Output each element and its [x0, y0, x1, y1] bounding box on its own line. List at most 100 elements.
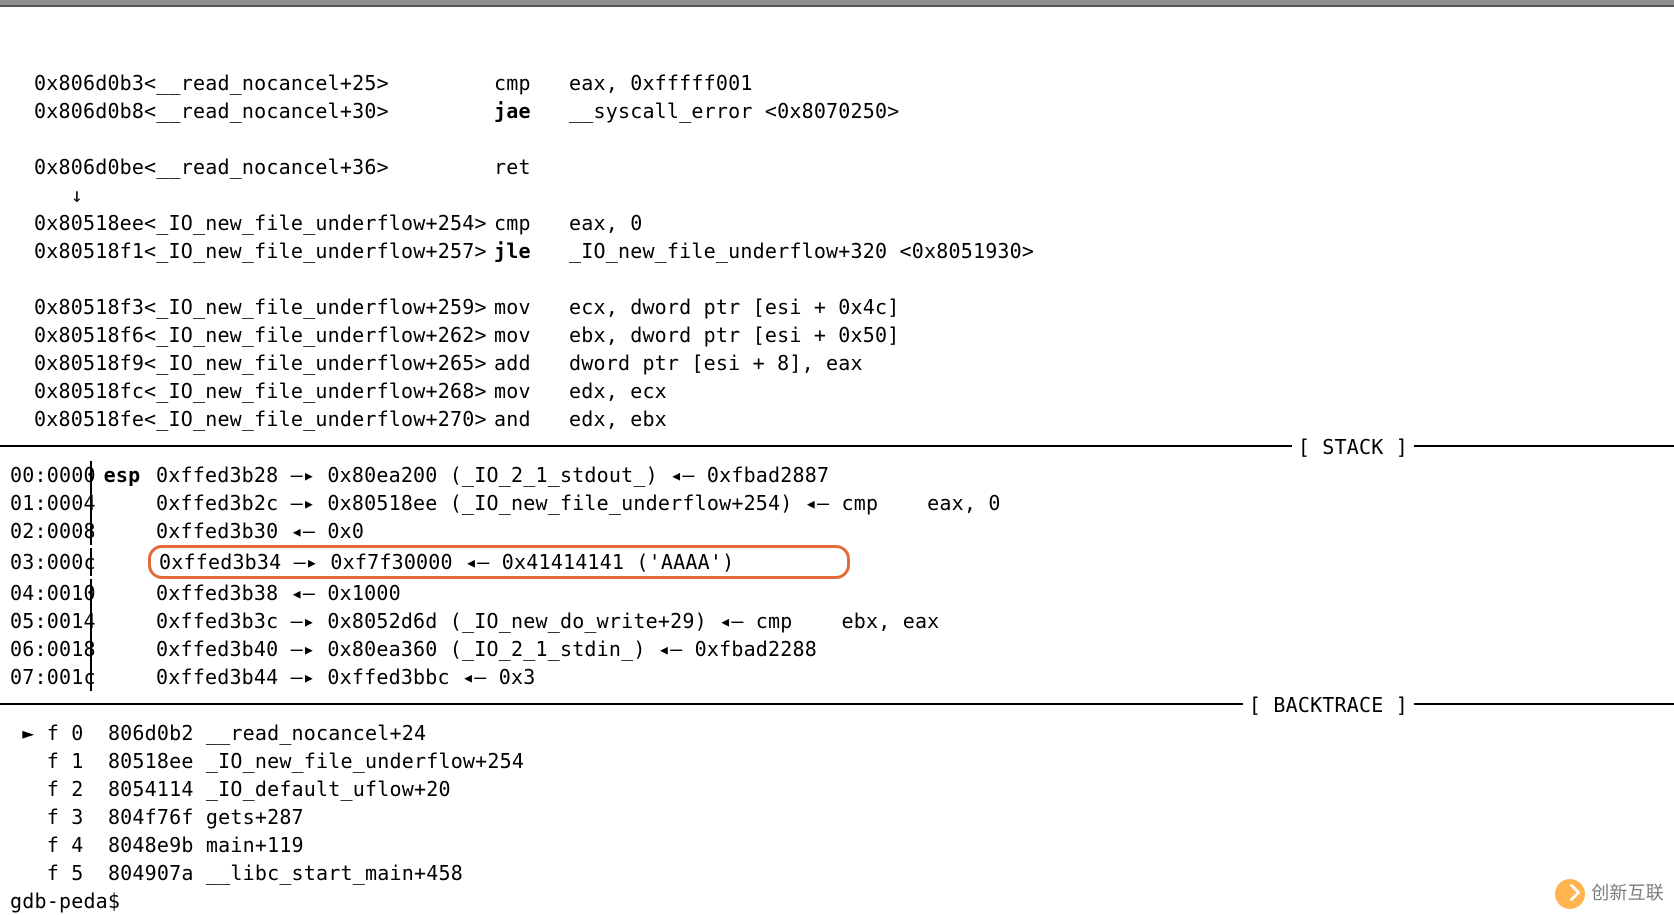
stack-content: 0xffed3b34 —▸ 0xf7f30000 ◂— 0x41414141 (…: [152, 545, 1664, 579]
disasm-operands: _IO_new_file_underflow+320 <0x8051930>: [569, 237, 1034, 265]
stack-offset: 01:0004: [10, 489, 92, 517]
backtrace-frame: f 4 8048e9b main+119: [10, 831, 1664, 859]
watermark: 创新互联: [1555, 879, 1664, 909]
backtrace-frame: f 2 8054114 _IO_default_uflow+20: [10, 775, 1664, 803]
disasm-line: 0x80518fc<_IO_new_file_underflow+268>mov…: [10, 377, 1664, 405]
watermark-logo-icon: [1555, 879, 1585, 909]
disasm-operands: eax, 0xfffff001: [569, 69, 753, 97]
disasm-line: 0x80518ee<_IO_new_file_underflow+254>cmp…: [10, 209, 1664, 237]
disasm-symbol: <_IO_new_file_underflow+254>: [144, 209, 494, 237]
disasm-symbol: <_IO_new_file_underflow+270>: [144, 405, 494, 433]
disasm-operands: dword ptr [esi + 8], eax: [569, 349, 863, 377]
disasm-symbol: <_IO_new_file_underflow+257>: [144, 237, 494, 265]
stack-row: 02:0008 0xffed3b30 ◂— 0x0: [10, 517, 1664, 545]
disasm-mnemonic: mov: [494, 321, 569, 349]
backtrace-address: 8048e9b: [108, 833, 206, 857]
backtrace-frame: f 3 804f76f gets+287: [10, 803, 1664, 831]
disasm-address: 0x80518f9: [34, 349, 144, 377]
disasm-line: 0x806d0b8<__read_nocancel+30>jae__syscal…: [10, 97, 1664, 125]
disasm-address: 0x80518f1: [34, 237, 144, 265]
backtrace-symbol: _IO_new_file_underflow+254: [206, 749, 524, 773]
stack-register: esp: [92, 461, 152, 489]
disasm-line: 0x806d0be<__read_nocancel+36>ret: [10, 153, 1664, 181]
disasm-symbol: <_IO_new_file_underflow+265>: [144, 349, 494, 377]
disasm-address: 0x80518f3: [34, 293, 144, 321]
disasm-symbol: <__read_nocancel+30>: [144, 97, 494, 125]
disasm-address: ↓: [34, 181, 144, 209]
disasm-line: 0x806d0b3<__read_nocancel+25>cmpeax, 0xf…: [10, 69, 1664, 97]
stack-row: 06:0018 0xffed3b40 —▸ 0x80ea360 (_IO_2_1_…: [10, 635, 1664, 663]
disasm-operands: edx, ebx: [569, 405, 667, 433]
stack-section-header: [ STACK ]: [0, 433, 1674, 461]
disasm-address: 0x806d0b8: [34, 97, 144, 125]
stack-offset: 02:0008: [10, 517, 92, 545]
backtrace-address: 8054114: [108, 777, 206, 801]
backtrace-marker: f 4: [10, 833, 108, 857]
backtrace-address: 804907a: [108, 861, 206, 885]
stack-row: 01:0004 0xffed3b2c —▸ 0x80518ee (_IO_new_…: [10, 489, 1664, 517]
disasm-line: 0x80518f9<_IO_new_file_underflow+265>add…: [10, 349, 1664, 377]
stack-content: 0xffed3b40 —▸ 0x80ea360 (_IO_2_1_stdin_)…: [152, 635, 1664, 663]
stack-content: 0xffed3b30 ◂— 0x0: [152, 517, 1664, 545]
disasm-mnemonic: ret: [494, 153, 569, 181]
disassembly-panel: 0x806d0b3<__read_nocancel+25>cmpeax, 0xf…: [0, 7, 1674, 433]
window-separator: [0, 0, 1674, 7]
disasm-line: 0x80518f6<_IO_new_file_underflow+262>mov…: [10, 321, 1664, 349]
backtrace-frame: ► f 0 806d0b2 __read_nocancel+24: [10, 719, 1664, 747]
disasm-line: [10, 265, 1664, 293]
stack-row: 04:00100xffed3b38 ◂— 0x1000: [10, 579, 1664, 607]
stack-content: 0xffed3b3c —▸ 0x8052d6d (_IO_new_do_writ…: [152, 607, 1664, 635]
disasm-mnemonic: and: [494, 405, 569, 433]
disasm-line: 0x80518f3<_IO_new_file_underflow+259>mov…: [10, 293, 1664, 321]
backtrace-marker: f 3: [10, 805, 108, 829]
disasm-operands: ebx, dword ptr [esi + 0x50]: [569, 321, 900, 349]
disasm-line: 0x80518f1<_IO_new_file_underflow+257>jle…: [10, 237, 1664, 265]
disasm-mnemonic: mov: [494, 377, 569, 405]
backtrace-section-header: [ BACKTRACE ]: [0, 691, 1674, 719]
disasm-mnemonic: cmp: [494, 209, 569, 237]
disasm-symbol: <__read_nocancel+36>: [144, 153, 494, 181]
stack-offset: 06:0018: [10, 635, 92, 663]
backtrace-marker: f 1: [10, 749, 108, 773]
stack-content: 0xffed3b44 —▸ 0xffed3bbc ◂— 0x3: [152, 663, 1664, 691]
disasm-operands: __syscall_error <0x8070250>: [569, 97, 900, 125]
stack-offset: 07:001c: [10, 663, 92, 691]
disasm-address: 0x80518ee: [34, 209, 144, 237]
disasm-address: 0x806d0b3: [34, 69, 144, 97]
backtrace-marker: f 5: [10, 861, 108, 885]
disasm-line: 0x80518fe<_IO_new_file_underflow+270>and…: [10, 405, 1664, 433]
disasm-symbol: <__read_nocancel+25>: [144, 69, 494, 97]
disasm-symbol: <_IO_new_file_underflow+268>: [144, 377, 494, 405]
backtrace-marker: f 2: [10, 777, 108, 801]
stack-content: 0xffed3b2c —▸ 0x80518ee (_IO_new_file_un…: [152, 489, 1664, 517]
backtrace-frame: f 1 80518ee _IO_new_file_underflow+254: [10, 747, 1664, 775]
backtrace-symbol: __libc_start_main+458: [206, 861, 463, 885]
disasm-address: 0x80518fe: [34, 405, 144, 433]
backtrace-symbol: main+119: [206, 833, 304, 857]
backtrace-symbol: _IO_default_uflow+20: [206, 777, 451, 801]
disasm-mnemonic: cmp: [494, 69, 569, 97]
stack-offset: 05:0014: [10, 607, 92, 635]
gdb-prompt[interactable]: gdb-peda$: [0, 887, 1674, 915]
prompt-text: gdb-peda$: [10, 889, 132, 913]
backtrace-address: 806d0b2: [108, 721, 206, 745]
backtrace-symbol: __read_nocancel+24: [206, 721, 426, 745]
stack-row: 05:0014 0xffed3b3c —▸ 0x8052d6d (_IO_new_…: [10, 607, 1664, 635]
backtrace-symbol: gets+287: [206, 805, 304, 829]
disasm-line: [10, 125, 1664, 153]
backtrace-panel: ► f 0 806d0b2 __read_nocancel+24 f 1 805…: [0, 719, 1674, 887]
disasm-operands: ecx, dword ptr [esi + 0x4c]: [569, 293, 900, 321]
disasm-address: 0x806d0be: [34, 153, 144, 181]
stack-offset: 04:0010: [10, 579, 92, 607]
stack-panel: 00:0000esp0xffed3b28 —▸ 0x80ea200 (_IO_2…: [0, 461, 1674, 691]
disasm-line: ↓: [10, 181, 1664, 209]
backtrace-address: 80518ee: [108, 749, 206, 773]
stack-content: 0xffed3b28 —▸ 0x80ea200 (_IO_2_1_stdout_…: [152, 461, 1664, 489]
backtrace-marker: ► f 0: [10, 721, 108, 745]
backtrace-frame: f 5 804907a __libc_start_main+458: [10, 859, 1664, 887]
stack-highlight-box: 0xffed3b34 —▸ 0xf7f30000 ◂— 0x41414141 (…: [148, 545, 850, 579]
stack-offset: 03:000c: [10, 548, 92, 576]
stack-offset: 00:0000: [10, 461, 92, 489]
disasm-address: 0x80518fc: [34, 377, 144, 405]
disasm-address: 0x80518f6: [34, 321, 144, 349]
